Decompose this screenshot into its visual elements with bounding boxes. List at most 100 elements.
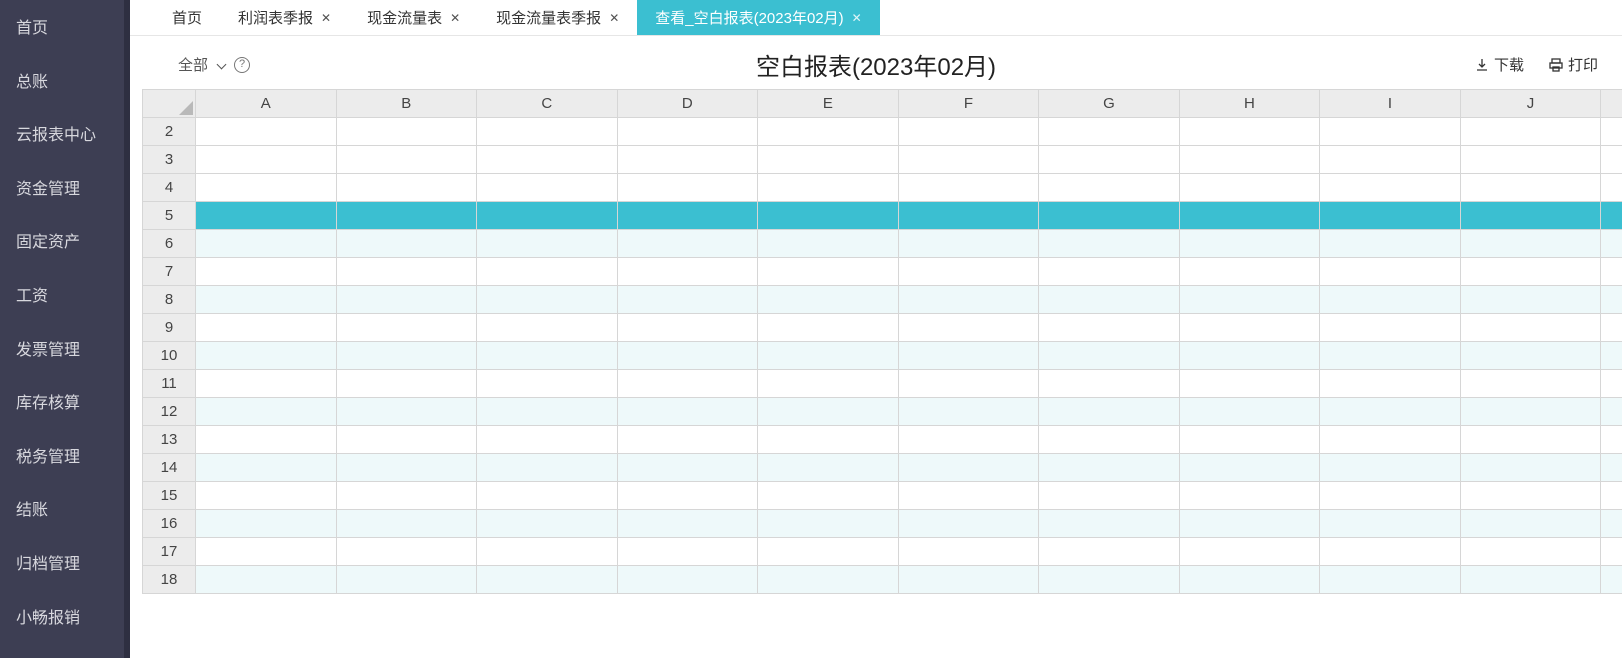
column-header-G[interactable]: G — [1039, 90, 1180, 118]
sidebar-item-tax[interactable]: 税务管理 — [0, 431, 130, 485]
cell-J18[interactable] — [1460, 566, 1601, 594]
cell-H5[interactable] — [1179, 202, 1320, 230]
cell-D4[interactable] — [617, 174, 758, 202]
cell-J16[interactable] — [1460, 510, 1601, 538]
cell-G18[interactable] — [1039, 566, 1180, 594]
cell-H14[interactable] — [1179, 454, 1320, 482]
cell-D11[interactable] — [617, 370, 758, 398]
cell-H15[interactable] — [1179, 482, 1320, 510]
cell-E17[interactable] — [758, 538, 899, 566]
cell-K14[interactable] — [1601, 454, 1622, 482]
cell-A6[interactable] — [195, 230, 336, 258]
cell-E3[interactable] — [758, 146, 899, 174]
cell-F14[interactable] — [898, 454, 1039, 482]
cell-D18[interactable] — [617, 566, 758, 594]
sidebar-item-invoice[interactable]: 发票管理 — [0, 324, 130, 378]
cell-D6[interactable] — [617, 230, 758, 258]
cell-D3[interactable] — [617, 146, 758, 174]
cell-D15[interactable] — [617, 482, 758, 510]
cell-C16[interactable] — [477, 510, 618, 538]
cell-F8[interactable] — [898, 286, 1039, 314]
cell-H4[interactable] — [1179, 174, 1320, 202]
cell-C18[interactable] — [477, 566, 618, 594]
cell-G17[interactable] — [1039, 538, 1180, 566]
cell-J9[interactable] — [1460, 314, 1601, 342]
row-header-8[interactable]: 8 — [143, 286, 196, 314]
cell-F9[interactable] — [898, 314, 1039, 342]
close-icon[interactable]: ✕ — [852, 11, 862, 25]
row-header-15[interactable]: 15 — [143, 482, 196, 510]
cell-F11[interactable] — [898, 370, 1039, 398]
cell-F4[interactable] — [898, 174, 1039, 202]
cell-I18[interactable] — [1320, 566, 1461, 594]
close-icon[interactable]: ✕ — [321, 11, 331, 25]
cell-H16[interactable] — [1179, 510, 1320, 538]
cell-I16[interactable] — [1320, 510, 1461, 538]
row-header-5[interactable]: 5 — [143, 202, 196, 230]
row-header-3[interactable]: 3 — [143, 146, 196, 174]
cell-G13[interactable] — [1039, 426, 1180, 454]
cell-E14[interactable] — [758, 454, 899, 482]
cell-F12[interactable] — [898, 398, 1039, 426]
cell-G4[interactable] — [1039, 174, 1180, 202]
cell-I10[interactable] — [1320, 342, 1461, 370]
cell-B7[interactable] — [336, 258, 477, 286]
cell-G3[interactable] — [1039, 146, 1180, 174]
cell-C11[interactable] — [477, 370, 618, 398]
cell-B15[interactable] — [336, 482, 477, 510]
cell-H3[interactable] — [1179, 146, 1320, 174]
cell-E18[interactable] — [758, 566, 899, 594]
cell-A15[interactable] — [195, 482, 336, 510]
cell-K10[interactable] — [1601, 342, 1622, 370]
cell-I13[interactable] — [1320, 426, 1461, 454]
cell-B17[interactable] — [336, 538, 477, 566]
cell-C6[interactable] — [477, 230, 618, 258]
cell-C4[interactable] — [477, 174, 618, 202]
row-header-14[interactable]: 14 — [143, 454, 196, 482]
cell-C8[interactable] — [477, 286, 618, 314]
row-header-6[interactable]: 6 — [143, 230, 196, 258]
cell-J2[interactable] — [1460, 118, 1601, 146]
cell-K3[interactable] — [1601, 146, 1622, 174]
row-header-10[interactable]: 10 — [143, 342, 196, 370]
sidebar-item-archive[interactable]: 归档管理 — [0, 538, 130, 592]
column-header-B[interactable]: B — [336, 90, 477, 118]
cell-J11[interactable] — [1460, 370, 1601, 398]
cell-E6[interactable] — [758, 230, 899, 258]
row-header-16[interactable]: 16 — [143, 510, 196, 538]
cell-G10[interactable] — [1039, 342, 1180, 370]
cell-D14[interactable] — [617, 454, 758, 482]
cell-H6[interactable] — [1179, 230, 1320, 258]
cell-K4[interactable] — [1601, 174, 1622, 202]
cell-B5[interactable] — [336, 202, 477, 230]
cell-B2[interactable] — [336, 118, 477, 146]
column-header-K[interactable]: K — [1601, 90, 1622, 118]
cell-C5[interactable] — [477, 202, 618, 230]
column-header-H[interactable]: H — [1179, 90, 1320, 118]
sidebar-item-funds[interactable]: 资金管理 — [0, 163, 130, 217]
cell-B18[interactable] — [336, 566, 477, 594]
cell-A8[interactable] — [195, 286, 336, 314]
tab-1[interactable]: 利润表季报✕ — [220, 0, 349, 35]
cell-C17[interactable] — [477, 538, 618, 566]
sidebar-scrollbar[interactable] — [124, 0, 130, 658]
close-icon[interactable]: ✕ — [450, 11, 460, 25]
cell-E7[interactable] — [758, 258, 899, 286]
cell-C13[interactable] — [477, 426, 618, 454]
cell-K12[interactable] — [1601, 398, 1622, 426]
cell-G11[interactable] — [1039, 370, 1180, 398]
cell-D13[interactable] — [617, 426, 758, 454]
cell-I17[interactable] — [1320, 538, 1461, 566]
cell-D17[interactable] — [617, 538, 758, 566]
sidebar-item-expense[interactable]: 小畅报销 — [0, 592, 130, 646]
cell-J3[interactable] — [1460, 146, 1601, 174]
print-button[interactable]: 打印 — [1548, 54, 1598, 75]
cell-F6[interactable] — [898, 230, 1039, 258]
cell-A17[interactable] — [195, 538, 336, 566]
cell-H2[interactable] — [1179, 118, 1320, 146]
cell-A2[interactable] — [195, 118, 336, 146]
cell-C14[interactable] — [477, 454, 618, 482]
cell-D16[interactable] — [617, 510, 758, 538]
cell-C10[interactable] — [477, 342, 618, 370]
sidebar-item-closing[interactable]: 结账 — [0, 484, 130, 538]
